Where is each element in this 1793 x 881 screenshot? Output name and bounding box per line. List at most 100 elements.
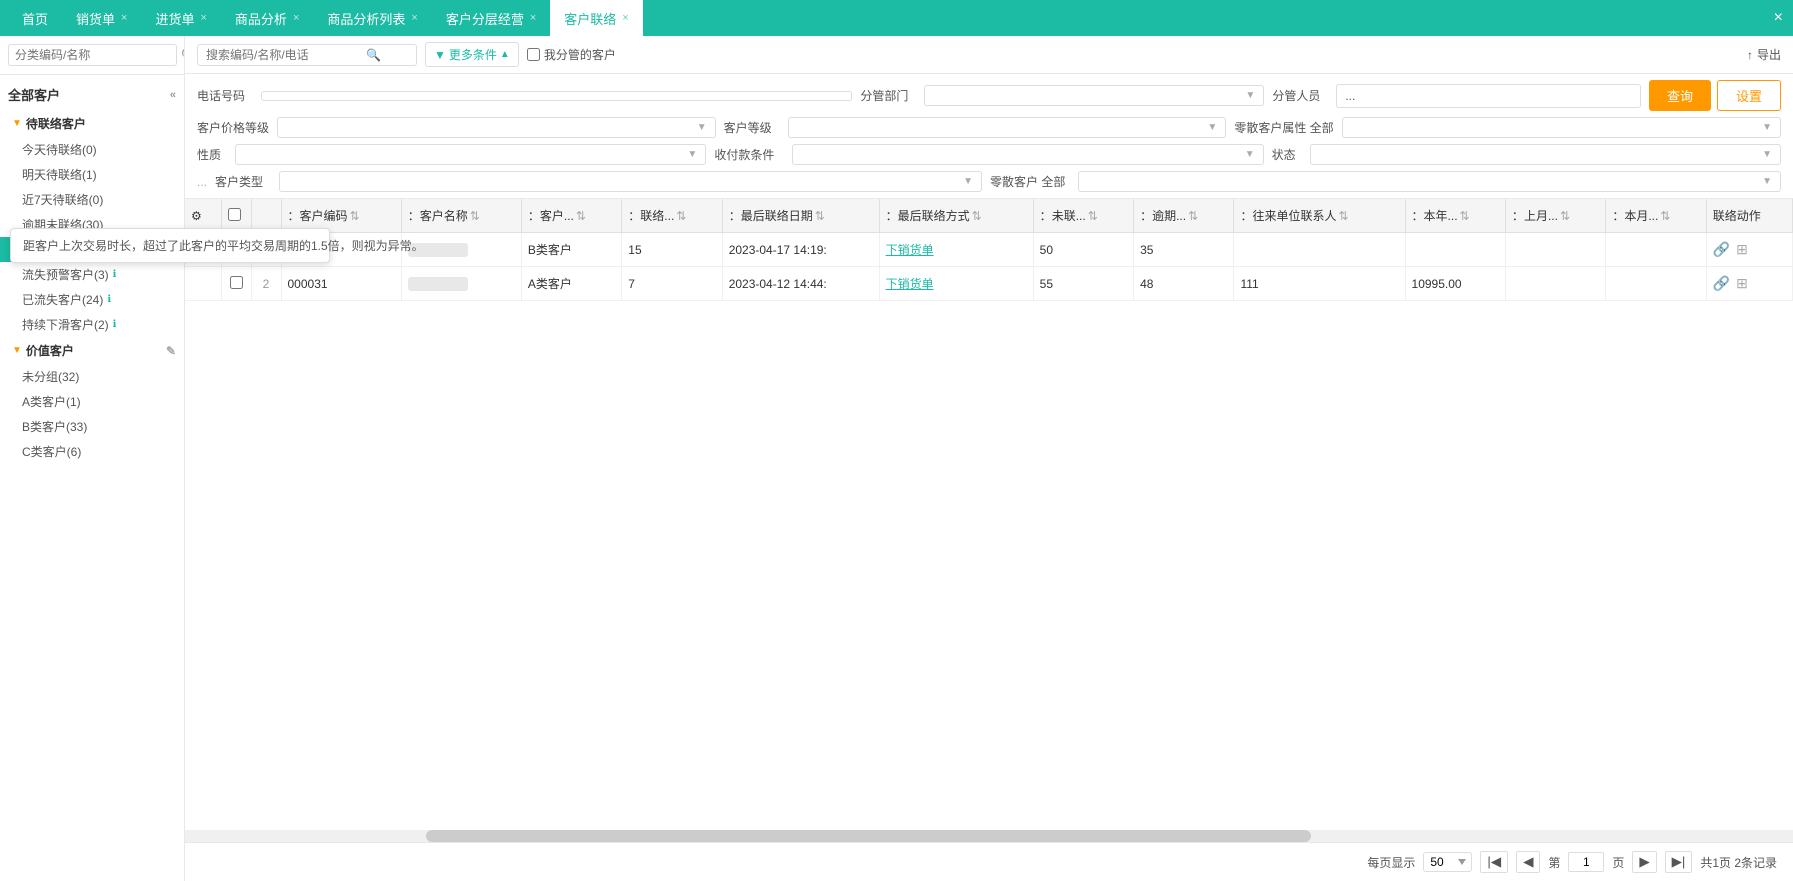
my-customers-checkbox[interactable] — [527, 48, 540, 61]
close-product-analysis-icon[interactable]: × — [293, 12, 299, 24]
top-nav: 首页 销货单 × 进货单 × 商品分析 × 商品分析列表 × 客户分层经营 × … — [0, 0, 1793, 36]
col-overdue[interactable]: ：逾期...⇅ — [1134, 199, 1234, 233]
table-row: 2 000031 ████ A类客户 7 2023-04-12 14:44: 下… — [185, 267, 1793, 301]
price-grade-select[interactable]: ▼ — [277, 117, 716, 138]
row2-check[interactable] — [221, 267, 251, 301]
gear-icon[interactable]: ⚙ — [191, 209, 202, 223]
edit-icon[interactable]: ✎ — [166, 344, 176, 358]
sidebar-item-tomorrow[interactable]: 明天待联络(1) — [0, 162, 184, 187]
filter-row-4: ... 客户类型 ▼ 零散客户 全部 ▼ — [197, 171, 1781, 192]
close-customer-contact-icon[interactable]: × — [622, 12, 628, 24]
row1-this-year — [1405, 233, 1505, 267]
dept-select[interactable]: ▼ — [924, 85, 1264, 106]
query-button[interactable]: 查询 — [1649, 80, 1711, 111]
row1-link-icon[interactable]: 🔗 — [1713, 241, 1730, 258]
col-this-month[interactable]: ：本月...⇅ — [1606, 199, 1706, 233]
close-sales-icon[interactable]: × — [121, 12, 127, 24]
filter-search-icon[interactable]: 🔍 — [366, 48, 381, 62]
row2-method-link[interactable]: 下销货单 — [886, 277, 934, 291]
window-close-icon[interactable]: × — [1774, 9, 1783, 27]
nav-purchase[interactable]: 进货单 × — [141, 0, 220, 36]
nav-product-list[interactable]: 商品分析列表 × — [313, 0, 431, 36]
select-all-checkbox[interactable] — [228, 208, 241, 221]
row1-grid-icon[interactable]: ⊞ — [1736, 241, 1748, 258]
col-name[interactable]: ：客户名称⇅ — [401, 199, 521, 233]
sidebar-item-class-c[interactable]: C类客户(6) — [0, 439, 184, 464]
nav-sales[interactable]: 销货单 × — [62, 0, 141, 36]
person-field[interactable]: ... — [1336, 84, 1641, 108]
filter-search-input[interactable] — [206, 48, 366, 62]
filter-search-box[interactable]: 🔍 — [197, 44, 417, 66]
col-contacts[interactable]: ：往来单位联系人⇅ — [1234, 199, 1405, 233]
col-last-method[interactable]: ：最后联络方式⇅ — [879, 199, 1033, 233]
col-last-date[interactable]: ：最后联络日期⇅ — [722, 199, 879, 233]
nav-product-analysis[interactable]: 商品分析 × — [221, 0, 313, 36]
row2-last-method[interactable]: 下销货单 — [879, 267, 1033, 301]
nav-customer-segment[interactable]: 客户分层经营 × — [432, 0, 550, 36]
row2-checkbox[interactable] — [230, 276, 243, 289]
sidebar-item-continuous-down[interactable]: 持续下滑客户(2) ℹ — [0, 312, 184, 337]
row1-method-link[interactable]: 下销货单 — [886, 243, 934, 257]
sort-icon-last-date: ⇅ — [815, 209, 825, 223]
value-arrow-icon: ▼ — [12, 345, 22, 356]
sort-last-date: ： — [729, 209, 741, 223]
sort-type: ： — [528, 209, 540, 223]
continuous-down-info-icon: ℹ — [113, 319, 117, 330]
row2-grid-icon[interactable]: ⊞ — [1736, 275, 1748, 292]
sidebar-search-input[interactable] — [8, 44, 177, 66]
sort-name: ： — [408, 209, 420, 223]
close-purchase-icon[interactable]: × — [200, 12, 206, 24]
scatter-attr-label: 零散客户属性 全部 — [1234, 119, 1334, 136]
phone-input-field[interactable] — [261, 91, 852, 101]
sidebar-item-class-b[interactable]: B类客户(33) — [0, 414, 184, 439]
nav-customer-contact[interactable]: 客户联络 × — [550, 0, 642, 36]
sidebar-item-class-a[interactable]: A类客户(1) — [0, 389, 184, 414]
per-page-select[interactable]: 50 20 100 — [1423, 852, 1472, 872]
col-last-month[interactable]: ：上月...⇅ — [1505, 199, 1605, 233]
sidebar-search-bar: 🔍 — [0, 36, 184, 75]
sort-icon-name: ⇅ — [470, 209, 480, 223]
scrollbar-thumb[interactable] — [426, 830, 1310, 842]
export-button[interactable]: ↑ 导出 — [1747, 46, 1781, 63]
customer-grade-select[interactable]: ▼ — [788, 117, 1227, 138]
next-page-button[interactable]: ▶ — [1632, 851, 1656, 873]
filter-more-button[interactable]: ▼ 更多条件 ▲ — [425, 42, 519, 67]
row1-this-month — [1606, 233, 1706, 267]
last-page-button[interactable]: ▶| — [1665, 851, 1693, 873]
customer-type-label: 客户类型 — [215, 173, 271, 190]
scatter-customer-select[interactable]: ▼ — [1078, 171, 1781, 192]
sidebar-item-lost-pre[interactable]: 流失预警客户(3) ℹ — [0, 262, 184, 287]
more-filters-dots[interactable]: ... — [197, 175, 207, 189]
status-select[interactable]: ▼ — [1310, 144, 1781, 165]
prev-page-button[interactable]: ◀ — [1516, 851, 1540, 873]
row2-gear — [185, 267, 221, 301]
row2-last-date: 2023-04-12 14:44: — [722, 267, 879, 301]
nav-home[interactable]: 首页 — [8, 0, 62, 36]
scatter-customer-caret: ▼ — [1762, 176, 1772, 187]
close-customer-segment-icon[interactable]: × — [530, 12, 536, 24]
col-unread[interactable]: ：未联...⇅ — [1033, 199, 1133, 233]
horizontal-scrollbar[interactable] — [185, 830, 1793, 842]
first-page-button[interactable]: |◀ — [1480, 851, 1508, 873]
dept-label: 分管部门 — [860, 87, 916, 104]
sidebar-group-waiting[interactable]: ▼ 待联络客户 — [0, 110, 184, 137]
sort-overdue: ： — [1140, 209, 1152, 223]
row2-link-icon[interactable]: 🔗 — [1713, 275, 1730, 292]
col-contact[interactable]: ：联络...⇅ — [622, 199, 722, 233]
sidebar-value-customers[interactable]: ▼ 价值客户 ✎ — [0, 337, 184, 364]
scatter-attr-select[interactable]: ▼ — [1342, 117, 1781, 138]
col-type[interactable]: ：客户...⇅ — [521, 199, 621, 233]
setting-button[interactable]: 设置 — [1717, 80, 1781, 111]
close-product-list-icon[interactable]: × — [411, 12, 417, 24]
customer-type-select[interactable]: ▼ — [279, 171, 982, 192]
payment-select[interactable]: ▼ — [792, 144, 1263, 165]
sidebar-item-ungroup[interactable]: 未分组(32) — [0, 364, 184, 389]
page-number-input[interactable] — [1568, 852, 1604, 872]
sidebar-item-already-lost[interactable]: 已流失客户(24) ℹ — [0, 287, 184, 312]
row1-last-method[interactable]: 下销货单 — [879, 233, 1033, 267]
sidebar-item-today[interactable]: 今天待联络(0) — [0, 137, 184, 162]
nature-select[interactable]: ▼ — [235, 144, 706, 165]
col-this-year[interactable]: ：本年...⇅ — [1405, 199, 1505, 233]
sidebar-all-customers[interactable]: 全部客户 « — [0, 79, 184, 110]
sidebar-item-7days[interactable]: 近7天待联络(0) — [0, 187, 184, 212]
